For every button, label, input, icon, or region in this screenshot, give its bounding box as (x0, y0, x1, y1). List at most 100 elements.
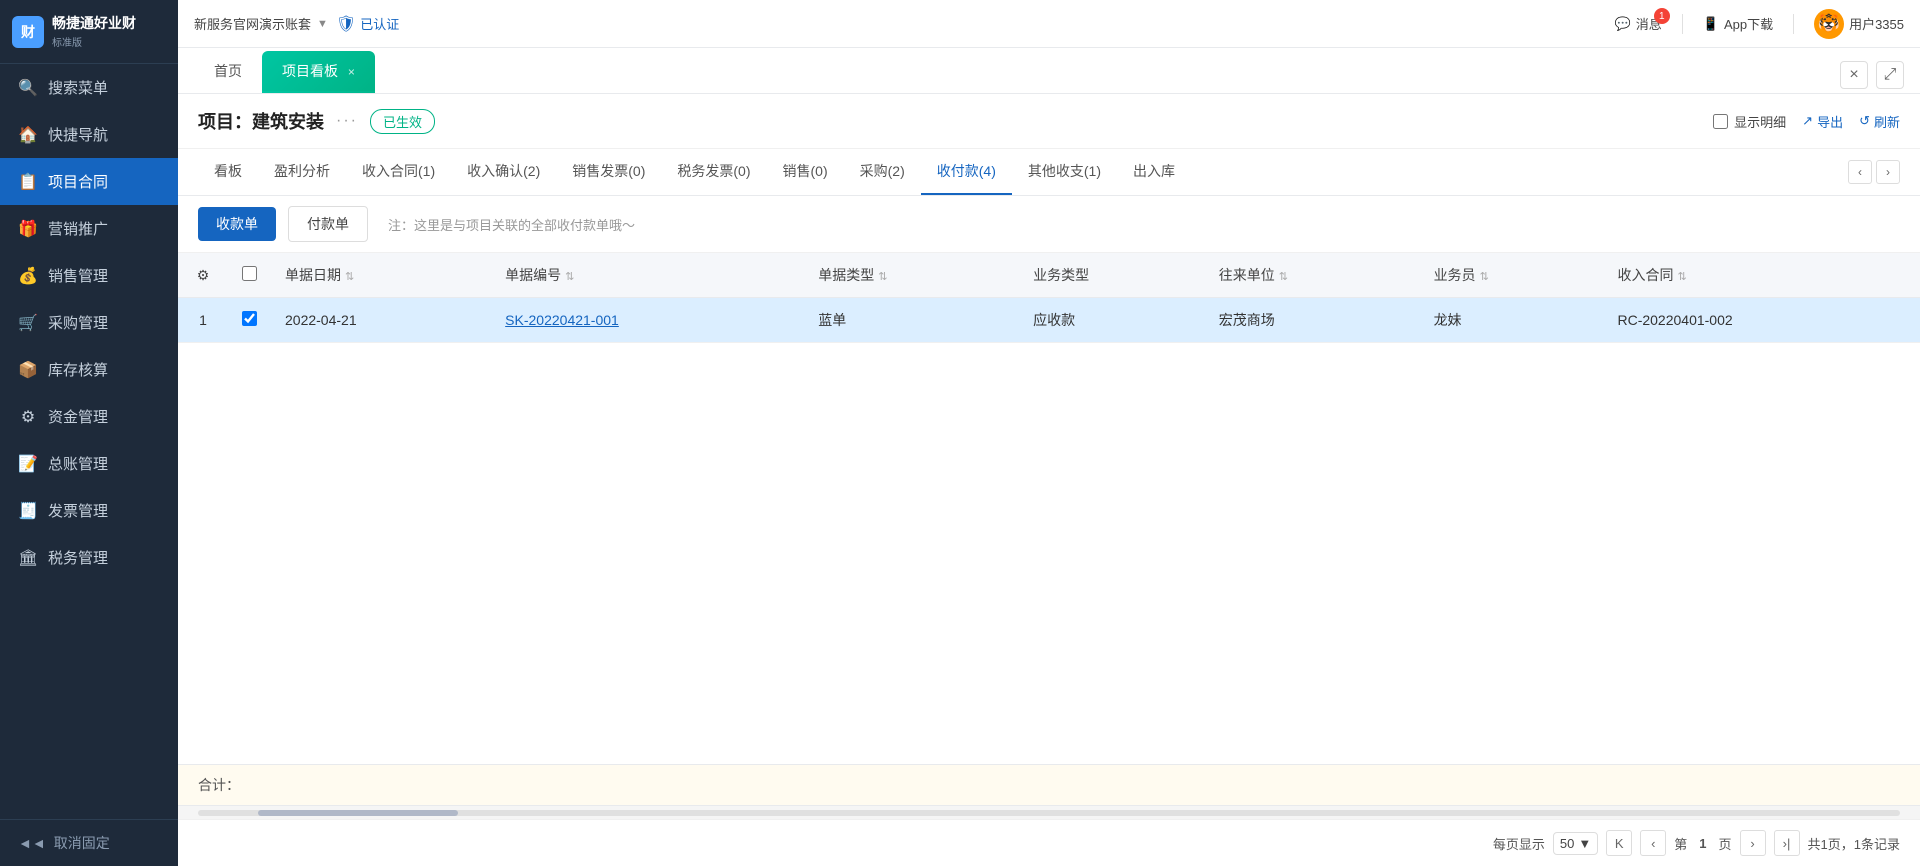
row-checkbox[interactable] (242, 311, 257, 326)
pin-icon: ◄◄ (18, 835, 46, 851)
tab-project-board[interactable]: 项目看板 × (262, 51, 375, 93)
horizontal-scrollbar[interactable] (178, 805, 1920, 819)
user-avatar: 🐯 (1814, 9, 1844, 39)
tab-close-icon[interactable]: × (348, 65, 355, 79)
subtab-0[interactable]: 看板 (198, 149, 258, 195)
subtab-6[interactable]: 销售(0) (767, 149, 844, 195)
message-badge: 1 (1654, 8, 1670, 24)
subtab-8[interactable]: 收付款(4) (921, 149, 1012, 195)
sidebar-item-----[interactable]: 🔍搜索菜单 (0, 64, 178, 111)
tab-home[interactable]: 首页 (194, 51, 262, 93)
page-first-button[interactable]: K (1606, 830, 1632, 856)
divider (1682, 14, 1683, 34)
shield-icon: 🛡 (336, 14, 356, 34)
col-doc-no[interactable]: 单据编号⇅ (491, 253, 804, 298)
col-partner[interactable]: 往来单位⇅ (1205, 253, 1420, 298)
select-all-checkbox[interactable] (242, 266, 257, 281)
top-bar-right: 💬 消息 1 📱 App下载 🐯 用户3355 (1615, 9, 1904, 39)
phone-icon: 📱 (1703, 16, 1719, 32)
row-doc-type: 蓝单 (804, 298, 1019, 343)
subtab-4[interactable]: 销售发票(0) (556, 149, 661, 195)
col-contract[interactable]: 收入合同⇅ (1603, 253, 1920, 298)
sidebar-icon-2: 📋 (18, 172, 38, 192)
page-last-icon: ›| (1783, 836, 1791, 851)
subtab-10[interactable]: 出入库 (1117, 149, 1191, 195)
subtab-9[interactable]: 其他收支(1) (1012, 149, 1117, 195)
subtab-prev-button[interactable]: ‹ (1848, 160, 1872, 184)
sidebar-icon-0: 🔍 (18, 78, 38, 98)
sidebar-item-----[interactable]: 💰销售管理 (0, 252, 178, 299)
subtab-2[interactable]: 收入合同(1) (346, 149, 451, 195)
subtab-7[interactable]: 采购(2) (844, 149, 921, 195)
col-settings[interactable]: ⚙ (178, 253, 228, 298)
subtab-next-button[interactable]: › (1876, 160, 1900, 184)
current-page: 1 (1695, 836, 1710, 851)
scrollbar-track (198, 810, 1900, 816)
sidebar-icon-10: 🏛 (18, 548, 38, 568)
project-more-button[interactable]: ··· (336, 112, 358, 130)
app-download-button[interactable]: 📱 App下载 (1703, 14, 1773, 33)
page-size-select[interactable]: 50 ▼ (1553, 832, 1598, 855)
page-size-dropdown-icon: ▼ (1578, 836, 1591, 851)
page-next-button[interactable]: › (1740, 830, 1766, 856)
col-doc-type[interactable]: 单据类型⇅ (804, 253, 1019, 298)
table-row[interactable]: 1 2022-04-21 SK-20220421-001 蓝单 应收款 宏茂商场… (178, 298, 1920, 343)
sidebar-item-----[interactable]: 🛒采购管理 (0, 299, 178, 346)
payment-filter-button[interactable]: 付款单 (288, 206, 368, 242)
user-menu[interactable]: 🐯 用户3355 (1814, 9, 1904, 39)
sidebar-icon-8: 📝 (18, 454, 38, 474)
subtab-3[interactable]: 收入确认(2) (451, 149, 556, 195)
row-partner: 宏茂商场 (1205, 298, 1420, 343)
sidebar-item-----[interactable]: 📋项目合同 (0, 158, 178, 205)
filter-note: 注：这里是与项目关联的全部收付款单哦～ (388, 215, 635, 234)
account-dropdown-icon: ▼ (317, 18, 328, 30)
refresh-button[interactable]: ↺ 刷新 (1859, 112, 1900, 131)
sidebar-icon-6: 📦 (18, 360, 38, 380)
sidebar-icon-7: ⚙ (18, 407, 38, 427)
top-bar-left: 新服务官网演示账套 ▼ 🛡 已认证 (194, 14, 399, 34)
row-num: 1 (178, 298, 228, 343)
sidebar-item-----[interactable]: 🧾发票管理 (0, 487, 178, 534)
sidebar-item-----[interactable]: 📦库存核算 (0, 346, 178, 393)
table-summary: 合计： (178, 764, 1920, 805)
filter-bar: 收款单 付款单 注：这里是与项目关联的全部收付款单哦～ (178, 196, 1920, 253)
page-prev-button[interactable]: ‹ (1640, 830, 1666, 856)
col-date[interactable]: 单据日期⇅ (271, 253, 491, 298)
sidebar-item-----[interactable]: 🎁营销推广 (0, 205, 178, 252)
verified-badge: 🛡 已认证 (336, 14, 399, 34)
project-title: 项目：建筑安装 (198, 108, 324, 134)
subtab-1[interactable]: 盈利分析 (258, 149, 346, 195)
top-bar: 新服务官网演示账套 ▼ 🛡 已认证 💬 消息 1 📱 App下载 🐯 用 (178, 0, 1920, 48)
app-name: 畅捷通好业财 标准版 (52, 14, 136, 49)
account-name: 新服务官网演示账套 (194, 14, 311, 33)
show-detail-checkbox[interactable]: 显示明细 (1713, 112, 1786, 131)
row-date: 2022-04-21 (271, 298, 491, 343)
pagination: 每页显示 50 ▼ K ‹ 第 1 页 › ›| 共1页，1条记录 (178, 819, 1920, 866)
col-biz-type: 业务类型 (1019, 253, 1205, 298)
export-button[interactable]: ↗ 导出 (1802, 112, 1843, 131)
sidebar-icon-9: 🧾 (18, 501, 38, 521)
tab-expand-button[interactable]: ⤢ (1876, 61, 1904, 89)
sidebar-unpin-button[interactable]: ◄◄ 取消固定 (0, 819, 178, 866)
sidebar-item-----[interactable]: 🏠快捷导航 (0, 111, 178, 158)
messages-button[interactable]: 💬 消息 1 (1615, 14, 1662, 33)
tab-close-button[interactable]: × (1840, 61, 1868, 89)
col-salesperson[interactable]: 业务员⇅ (1420, 253, 1604, 298)
sidebar-item-----[interactable]: 🏛税务管理 (0, 534, 178, 581)
receipt-filter-button[interactable]: 收款单 (198, 207, 276, 241)
page-last-button[interactable]: ›| (1774, 830, 1800, 856)
show-detail-input[interactable] (1713, 114, 1728, 129)
scrollbar-thumb[interactable] (258, 810, 458, 816)
tab-bar: 首页 项目看板 × × ⤢ (178, 48, 1920, 94)
sidebar-icon-3: 🎁 (18, 219, 38, 239)
project-actions: 显示明细 ↗ 导出 ↺ 刷新 (1713, 112, 1900, 131)
row-doc-no[interactable]: SK-20220421-001 (491, 298, 804, 343)
subtab-5[interactable]: 税务发票(0) (661, 149, 766, 195)
sidebar-item-----[interactable]: ⚙资金管理 (0, 393, 178, 440)
total-info: 共1页，1条记录 (1808, 834, 1900, 853)
sidebar: 财 畅捷通好业财 标准版 🔍搜索菜单🏠快捷导航📋项目合同🎁营销推广💰销售管理🛒采… (0, 0, 178, 866)
row-checkbox-cell (228, 298, 271, 343)
account-selector[interactable]: 新服务官网演示账套 ▼ (194, 14, 328, 33)
row-contract: RC-20220401-002 (1603, 298, 1920, 343)
sidebar-item-----[interactable]: 📝总账管理 (0, 440, 178, 487)
